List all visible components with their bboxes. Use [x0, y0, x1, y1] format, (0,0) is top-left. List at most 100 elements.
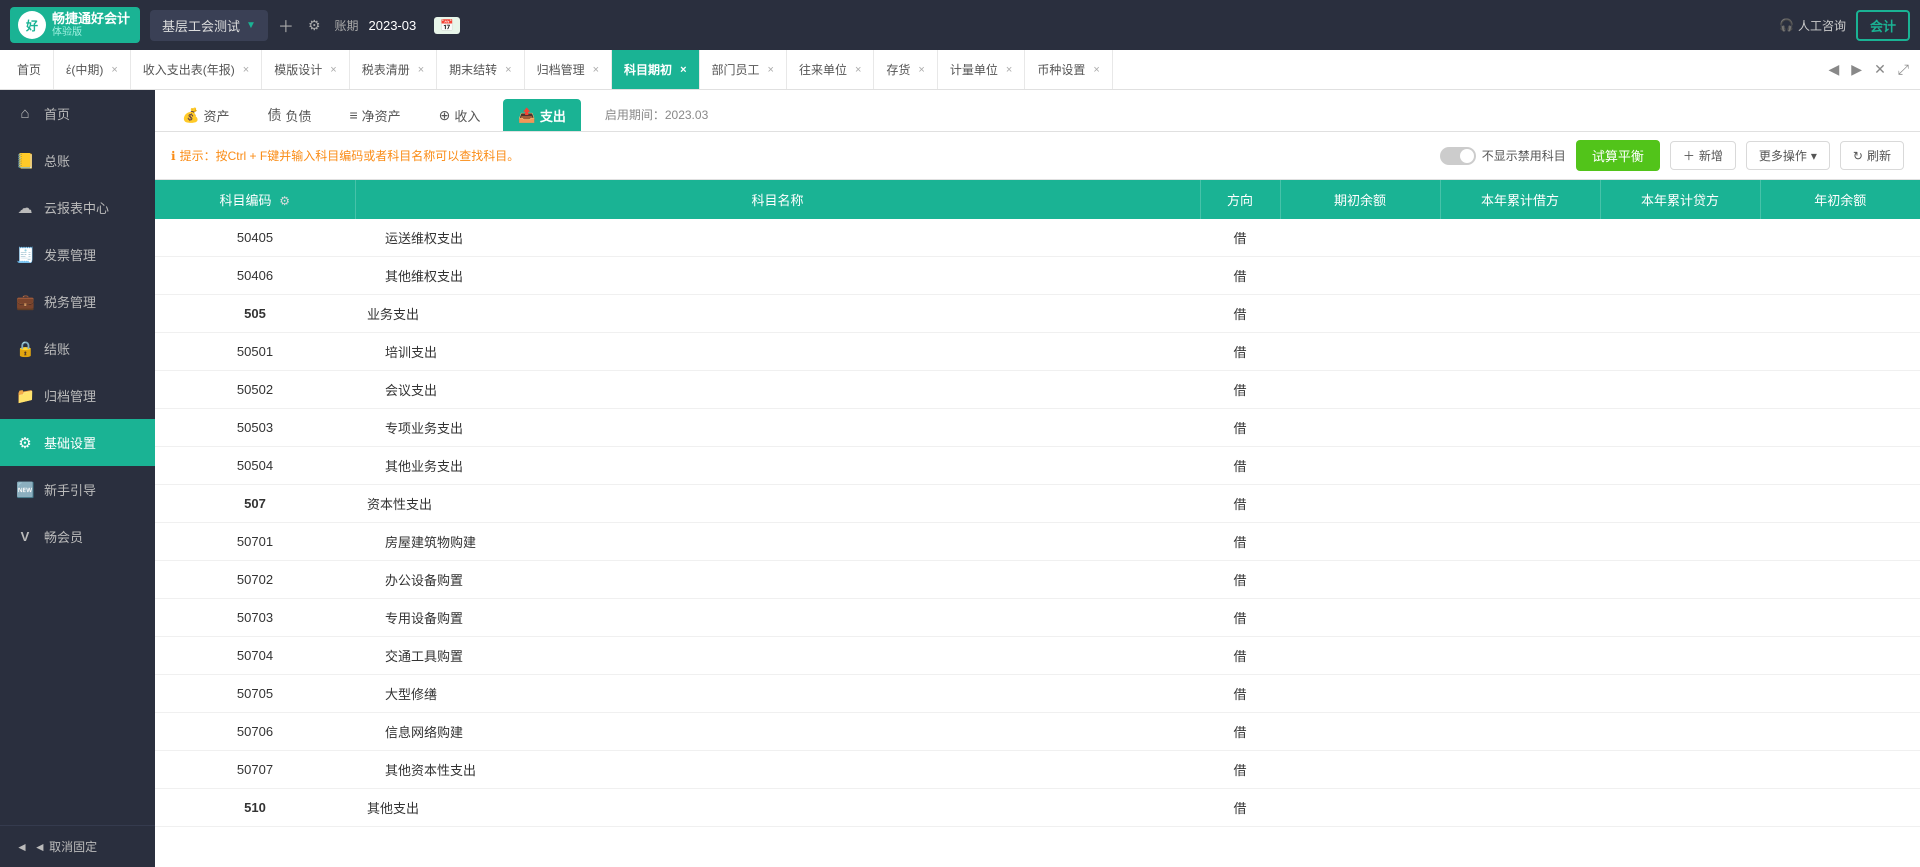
table-row[interactable]: 50406其他维权支出借	[155, 257, 1920, 295]
sidebar-item-member[interactable]: V 畅会员	[0, 513, 155, 560]
tab-subject-period-close[interactable]: ×	[680, 64, 686, 76]
cell-ytd-credit[interactable]	[1600, 447, 1760, 485]
filter-tab-income[interactable]: ⊕ 收入	[424, 99, 496, 131]
table-row[interactable]: 510其他支出借	[155, 789, 1920, 827]
cell-ytd-debit[interactable]	[1440, 333, 1600, 371]
cell-year-balance[interactable]	[1760, 371, 1920, 409]
cell-ytd-credit[interactable]	[1600, 599, 1760, 637]
cell-year-balance[interactable]	[1760, 409, 1920, 447]
cell-ytd-debit[interactable]	[1440, 713, 1600, 751]
cell-year-balance[interactable]	[1760, 447, 1920, 485]
cell-year-balance[interactable]	[1760, 295, 1920, 333]
cell-ytd-debit[interactable]	[1440, 371, 1600, 409]
cell-ytd-credit[interactable]	[1600, 675, 1760, 713]
sidebar-item-tax[interactable]: 💼 税务管理	[0, 278, 155, 325]
tab-period-end[interactable]: 期末结转 ×	[437, 50, 524, 90]
cell-ytd-debit[interactable]	[1440, 219, 1600, 257]
sidebar-toggle-pin[interactable]: ◄ ◄ 取消固定	[0, 825, 155, 867]
cell-ytd-credit[interactable]	[1600, 219, 1760, 257]
cell-period-balance[interactable]	[1280, 333, 1440, 371]
tab-department-close[interactable]: ×	[768, 64, 774, 76]
balance-button[interactable]: 试算平衡	[1576, 140, 1660, 171]
table-row[interactable]: 50504其他业务支出借	[155, 447, 1920, 485]
settings-icon[interactable]: ⚙	[304, 13, 325, 38]
cell-ytd-credit[interactable]	[1600, 789, 1760, 827]
table-row[interactable]: 50503专项业务支出借	[155, 409, 1920, 447]
sidebar-item-archive[interactable]: 📁 归档管理	[0, 372, 155, 419]
tab-template-close[interactable]: ×	[330, 64, 336, 76]
cell-ytd-debit[interactable]	[1440, 637, 1600, 675]
cell-ytd-credit[interactable]	[1600, 409, 1760, 447]
cell-ytd-credit[interactable]	[1600, 257, 1760, 295]
filter-tab-net-asset[interactable]: ≡ 净资产	[334, 99, 415, 131]
cell-ytd-credit[interactable]	[1600, 561, 1760, 599]
cell-year-balance[interactable]	[1760, 675, 1920, 713]
cell-ytd-credit[interactable]	[1600, 333, 1760, 371]
cell-period-balance[interactable]	[1280, 599, 1440, 637]
tab-tax[interactable]: 税表清册 ×	[350, 50, 437, 90]
cell-period-balance[interactable]	[1280, 257, 1440, 295]
toggle-disabled-subjects[interactable]: 不显示禁用科目	[1440, 147, 1566, 165]
cell-year-balance[interactable]	[1760, 485, 1920, 523]
cell-year-balance[interactable]	[1760, 713, 1920, 751]
tab-archive-close[interactable]: ×	[593, 64, 599, 76]
cell-ytd-debit[interactable]	[1440, 409, 1600, 447]
cell-year-balance[interactable]	[1760, 789, 1920, 827]
cell-ytd-debit[interactable]	[1440, 257, 1600, 295]
sidebar-item-home[interactable]: ⌂ 首页	[0, 90, 155, 137]
cell-period-balance[interactable]	[1280, 409, 1440, 447]
sidebar-item-ledger[interactable]: 📒 总账	[0, 137, 155, 184]
filter-tab-asset[interactable]: 💰 资产	[167, 99, 244, 131]
cell-ytd-credit[interactable]	[1600, 523, 1760, 561]
cell-year-balance[interactable]	[1760, 599, 1920, 637]
tab-template[interactable]: 模版设计 ×	[262, 50, 349, 90]
sidebar-item-guide[interactable]: 🆕 新手引导	[0, 466, 155, 513]
tab-inventory[interactable]: 存货 ×	[874, 50, 937, 90]
cell-period-balance[interactable]	[1280, 523, 1440, 561]
tab-close-all[interactable]: ✕	[1868, 57, 1892, 82]
tab-expand[interactable]: ⤢	[1892, 57, 1915, 82]
tab-archive[interactable]: 归档管理 ×	[525, 50, 612, 90]
tab-counterpart[interactable]: 往来单位 ×	[787, 50, 874, 90]
cell-ytd-debit[interactable]	[1440, 447, 1600, 485]
tab-income-close[interactable]: ×	[243, 64, 249, 76]
cell-period-balance[interactable]	[1280, 371, 1440, 409]
sidebar-item-close[interactable]: 🔒 结账	[0, 325, 155, 372]
tab-scroll-left[interactable]: ◀	[1823, 57, 1846, 82]
cell-ytd-credit[interactable]	[1600, 713, 1760, 751]
tab-tax-close[interactable]: ×	[418, 64, 424, 76]
account-button[interactable]: 会计	[1856, 10, 1910, 41]
cell-period-balance[interactable]	[1280, 295, 1440, 333]
add-company-button[interactable]: ＋	[278, 13, 294, 37]
tab-period-close[interactable]: ×	[111, 64, 117, 76]
tab-unit-close[interactable]: ×	[1006, 64, 1012, 76]
cell-year-balance[interactable]	[1760, 333, 1920, 371]
filter-tab-liability[interactable]: 债 负债	[252, 98, 326, 131]
tab-subject-period[interactable]: 科目期初 ×	[612, 50, 699, 90]
tab-currency-close[interactable]: ×	[1093, 64, 1099, 76]
company-selector[interactable]: 基层工会测试 ▼	[150, 10, 268, 41]
table-row[interactable]: 50706信息网络购建借	[155, 713, 1920, 751]
tab-home[interactable]: 首页	[5, 50, 54, 90]
cell-period-balance[interactable]	[1280, 637, 1440, 675]
cell-ytd-debit[interactable]	[1440, 675, 1600, 713]
table-row[interactable]: 50405运送维权支出借	[155, 219, 1920, 257]
sidebar-item-report[interactable]: ☁ 云报表中心	[0, 184, 155, 231]
column-settings-icon[interactable]: ⚙	[279, 194, 290, 208]
table-row[interactable]: 50502会议支出借	[155, 371, 1920, 409]
cell-ytd-credit[interactable]	[1600, 751, 1760, 789]
help-button[interactable]: 🎧 人工咨询	[1779, 17, 1846, 34]
cell-ytd-debit[interactable]	[1440, 751, 1600, 789]
calendar-icon[interactable]: 📅	[434, 17, 460, 34]
cell-ytd-debit[interactable]	[1440, 789, 1600, 827]
cell-period-balance[interactable]	[1280, 485, 1440, 523]
tab-counterpart-close[interactable]: ×	[855, 64, 861, 76]
cell-period-balance[interactable]	[1280, 447, 1440, 485]
tab-income[interactable]: 收入支出表(年报) ×	[131, 50, 262, 90]
table-row[interactable]: 50702办公设备购置借	[155, 561, 1920, 599]
tab-inventory-close[interactable]: ×	[918, 64, 924, 76]
cell-year-balance[interactable]	[1760, 561, 1920, 599]
tab-period-end-close[interactable]: ×	[505, 64, 511, 76]
table-row[interactable]: 507资本性支出借	[155, 485, 1920, 523]
cell-year-balance[interactable]	[1760, 257, 1920, 295]
